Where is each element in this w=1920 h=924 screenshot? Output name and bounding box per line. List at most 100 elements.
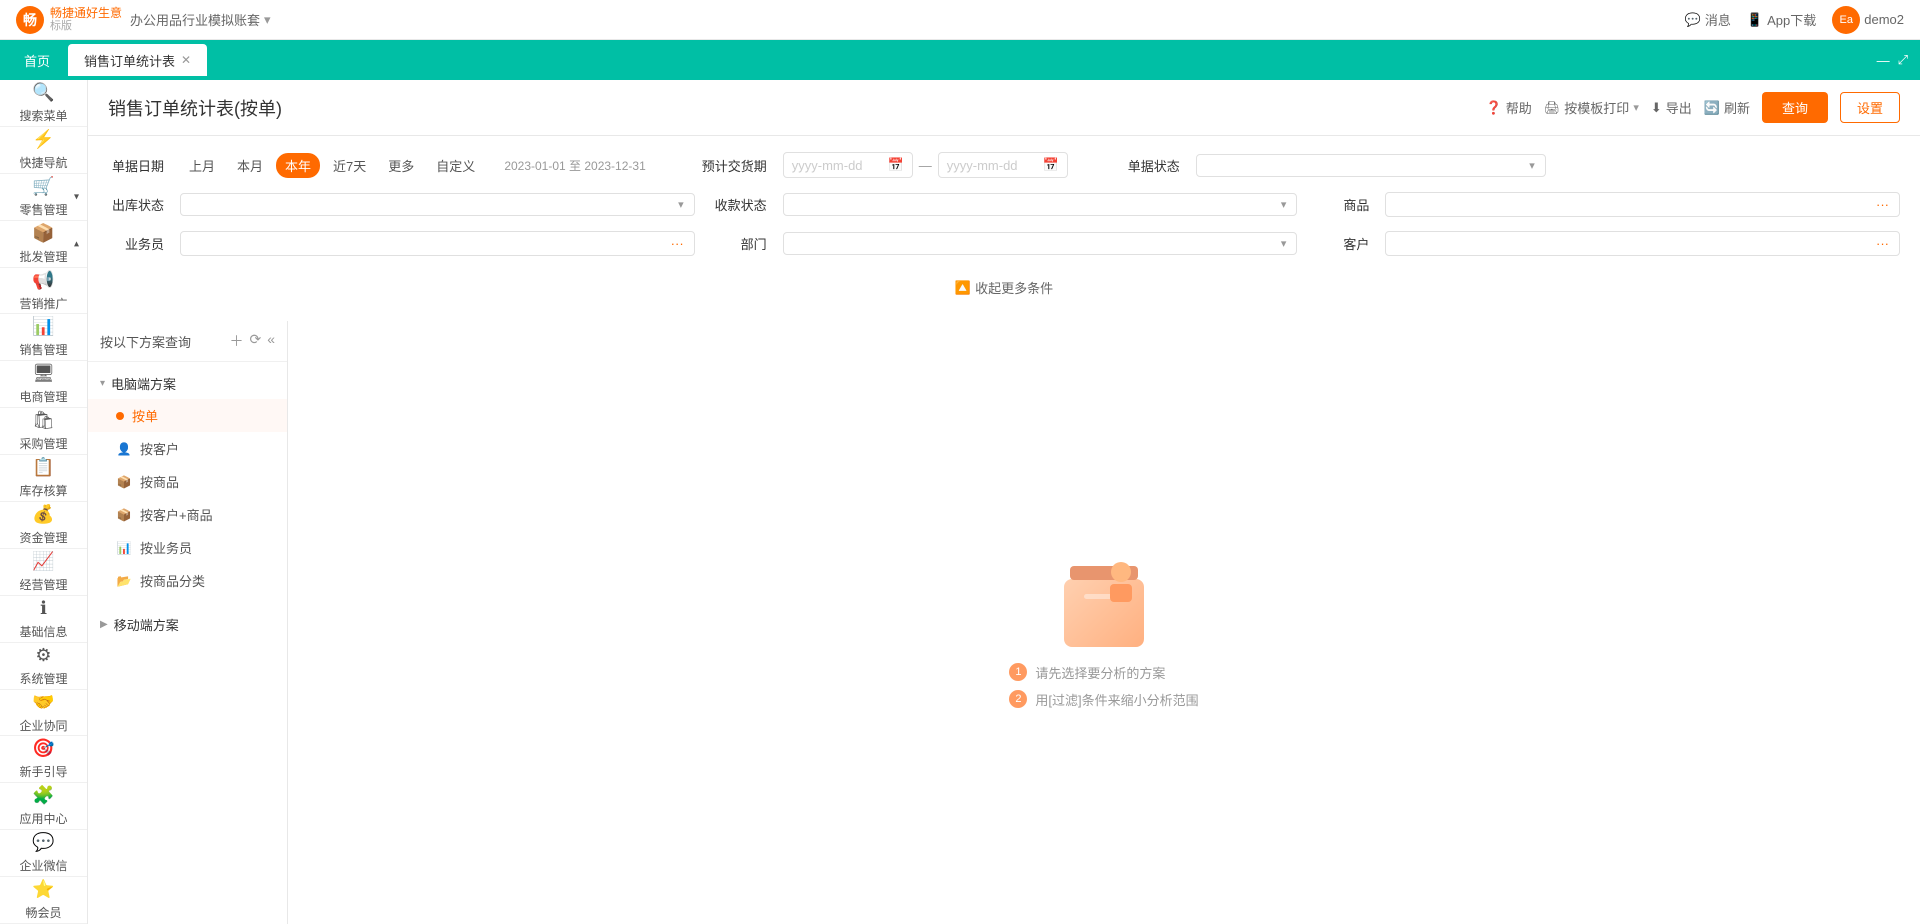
sidebar-item-newbie[interactable]: 🎯 新手引导 xyxy=(0,736,87,783)
goods-ellipsis-btn[interactable]: ··· xyxy=(1876,197,1889,212)
scheme-item-by-order[interactable]: 按单 xyxy=(88,399,287,432)
recv-status-select[interactable]: ▾ xyxy=(783,193,1298,216)
salesman-input[interactable]: ··· xyxy=(180,231,695,256)
date-btn-7days[interactable]: 近7天 xyxy=(324,153,375,178)
sidebar-item-purchase[interactable]: 🛍 采购管理 xyxy=(0,408,87,455)
tab-sales-stat[interactable]: 销售订单统计表 ✕ xyxy=(68,44,207,76)
scheme-item-by-salesman[interactable]: 📊 按业务员 xyxy=(88,531,287,564)
dept-chevron: ▾ xyxy=(1281,237,1287,250)
tip-1-num: 1 xyxy=(1009,663,1027,681)
char-body xyxy=(1110,584,1132,602)
query-button[interactable]: 查询 xyxy=(1762,92,1828,123)
scheme-group-pc-title[interactable]: ▾ 电脑端方案 xyxy=(88,368,287,399)
help-icon: ❓ xyxy=(1486,100,1502,116)
sidebar-item-app-center[interactable]: 🧩 应用中心 xyxy=(0,783,87,830)
inventory-icon: 📋 xyxy=(32,457,54,478)
customer-input[interactable]: ··· xyxy=(1385,231,1900,256)
sidebar-item-retail[interactable]: 🛒 零售管理 ▾ xyxy=(0,174,87,221)
recv-status-chevron: ▾ xyxy=(1281,198,1287,211)
quicknav-icon: ⚡ xyxy=(32,129,54,150)
member-icon: ⭐ xyxy=(32,879,54,900)
operations-icon: 📈 xyxy=(32,551,54,572)
sidebar-item-wholesale[interactable]: 📦 批发管理 ▴ xyxy=(0,221,87,268)
expected-date-label: 预计交货期 xyxy=(702,156,767,175)
ship-status-select[interactable]: ▾ xyxy=(180,193,695,216)
sidebar-item-corp[interactable]: 🤝 企业协同 xyxy=(0,690,87,737)
app-center-icon: 🧩 xyxy=(32,785,54,806)
expected-date-end[interactable]: yyyy-mm-dd 📅 xyxy=(938,152,1068,178)
data-area: 1 请先选择要分析的方案 2 用[过滤]条件来缩小分析范围 xyxy=(288,321,1920,924)
scheme-collapse-icon[interactable]: « xyxy=(267,331,275,351)
chevron-down-icon: ▾ xyxy=(100,378,105,389)
tabbar: 首页 销售订单统计表 ✕ — ⤢ xyxy=(0,40,1920,80)
sidebar-item-finance[interactable]: 💰 资金管理 xyxy=(0,502,87,549)
scheme-group-mobile: ▶ 移动端方案 xyxy=(88,603,287,646)
minimize-icon[interactable]: — xyxy=(1877,53,1890,68)
sidebar-item-operations[interactable]: 📈 经营管理 xyxy=(0,549,87,596)
goods-input[interactable]: ··· xyxy=(1385,192,1900,217)
date-buttons: 上月 本月 本年 近7天 更多 自定义 xyxy=(180,153,484,178)
scheme-group-mobile-title[interactable]: ▶ 移动端方案 xyxy=(88,609,287,640)
sidebar: 🔍 搜索菜单 ⚡ 快捷导航 🛒 零售管理 ▾ 📦 批发管理 ▴ 📢 营销推广 📊… xyxy=(0,80,88,924)
template-print-chevron: ▾ xyxy=(1633,101,1639,114)
sidebar-item-marketing[interactable]: 📢 营销推广 xyxy=(0,268,87,315)
sidebar-item-inventory[interactable]: 📋 库存核算 xyxy=(0,455,87,502)
date-btn-this-year[interactable]: 本年 xyxy=(276,153,320,178)
filter-row-2: 出库状态 ▾ 收款状态 ▾ 商品 ··· xyxy=(108,192,1900,217)
maximize-icon[interactable]: ⤢ xyxy=(1898,52,1908,68)
scheme-add-icon[interactable]: ＋ xyxy=(229,331,243,351)
date-btn-custom[interactable]: 自定义 xyxy=(427,153,484,178)
date-btn-last-month[interactable]: 上月 xyxy=(180,153,224,178)
template-print-btn[interactable]: 🖨 按模板打印 ▾ xyxy=(1544,98,1639,117)
export-btn[interactable]: ⬇ 导出 xyxy=(1651,98,1692,117)
scheme-item-by-goods-cat[interactable]: 📂 按商品分类 xyxy=(88,564,287,597)
app-download-btn[interactable]: 📱 App下载 xyxy=(1747,10,1816,29)
tab-home[interactable]: 首页 xyxy=(8,44,66,76)
status-select[interactable]: ▾ xyxy=(1196,154,1546,177)
expected-date-start[interactable]: yyyy-mm-dd 📅 xyxy=(783,152,913,178)
inner-layout: 按以下方案查询 ＋ ⟳ « ▾ 电脑端方案 按单 xyxy=(88,321,1920,924)
setting-button[interactable]: 设置 xyxy=(1840,92,1900,123)
logo-icon: 畅 xyxy=(16,6,44,34)
message-icon: 💬 xyxy=(1685,12,1701,28)
by-salesman-icon: 📊 xyxy=(116,540,132,556)
user-menu[interactable]: Ea demo2 xyxy=(1832,6,1904,34)
refresh-icon: 🔄 xyxy=(1704,100,1720,116)
sidebar-item-basic-info[interactable]: ℹ 基础信息 xyxy=(0,596,87,643)
sidebar-item-ecommerce[interactable]: 🖥 电商管理 xyxy=(0,361,87,408)
customer-ellipsis-btn[interactable]: ··· xyxy=(1876,236,1889,251)
filter-area: 单据日期 上月 本月 本年 近7天 更多 自定义 2023-01-01 至 20… xyxy=(88,136,1920,321)
breadcrumb[interactable]: 办公用品行业模拟账套 ▾ xyxy=(130,10,271,29)
collapse-bar[interactable]: 🔼 收起更多条件 xyxy=(108,270,1900,305)
goods-label: 商品 xyxy=(1313,195,1369,214)
message-btn[interactable]: 💬 消息 xyxy=(1685,10,1731,29)
sidebar-item-corp-wechat[interactable]: 💬 企业微信 xyxy=(0,830,87,877)
sidebar-item-quick-nav[interactable]: ⚡ 快捷导航 xyxy=(0,127,87,174)
scheme-panel: 按以下方案查询 ＋ ⟳ « ▾ 电脑端方案 按单 xyxy=(88,321,288,924)
scheme-item-by-goods[interactable]: 📦 按商品 xyxy=(88,465,287,498)
sidebar-item-sales-mgmt[interactable]: 📊 销售管理 xyxy=(0,314,87,361)
status-label: 单据状态 xyxy=(1124,156,1180,175)
date-btn-this-month[interactable]: 本月 xyxy=(228,153,272,178)
scheme-item-by-customer[interactable]: 👤 按客户 xyxy=(88,432,287,465)
empty-tips: 1 请先选择要分析的方案 2 用[过滤]条件来缩小分析范围 xyxy=(1009,663,1198,709)
sidebar-item-search[interactable]: 🔍 搜索菜单 xyxy=(0,80,87,127)
sidebar-item-system[interactable]: ⚙ 系统管理 xyxy=(0,643,87,690)
ecommerce-icon: 🖥 xyxy=(32,363,55,384)
corp-wechat-icon: 💬 xyxy=(32,832,54,853)
tip-1-text: 请先选择要分析的方案 xyxy=(1035,663,1165,682)
date-btn-more[interactable]: 更多 xyxy=(379,153,423,178)
salesman-ellipsis-btn[interactable]: ··· xyxy=(671,236,684,251)
salesman-label: 业务员 xyxy=(108,234,164,253)
refresh-btn[interactable]: 🔄 刷新 xyxy=(1704,98,1750,117)
tab-close-icon[interactable]: ✕ xyxy=(181,53,191,67)
dept-select[interactable]: ▾ xyxy=(783,232,1298,255)
help-btn[interactable]: ❓ 帮助 xyxy=(1486,98,1532,117)
date-label: 单据日期 xyxy=(108,156,164,175)
newbie-icon: 🎯 xyxy=(32,738,54,759)
scheme-item-by-cust-goods[interactable]: 📦 按客户+商品 xyxy=(88,498,287,531)
empty-tip-1: 1 请先选择要分析的方案 xyxy=(1009,663,1198,682)
scheme-refresh-icon[interactable]: ⟳ xyxy=(249,331,261,351)
search-icon: 🔍 xyxy=(32,82,54,103)
sidebar-item-member[interactable]: ⭐ 畅会员 xyxy=(0,877,87,924)
